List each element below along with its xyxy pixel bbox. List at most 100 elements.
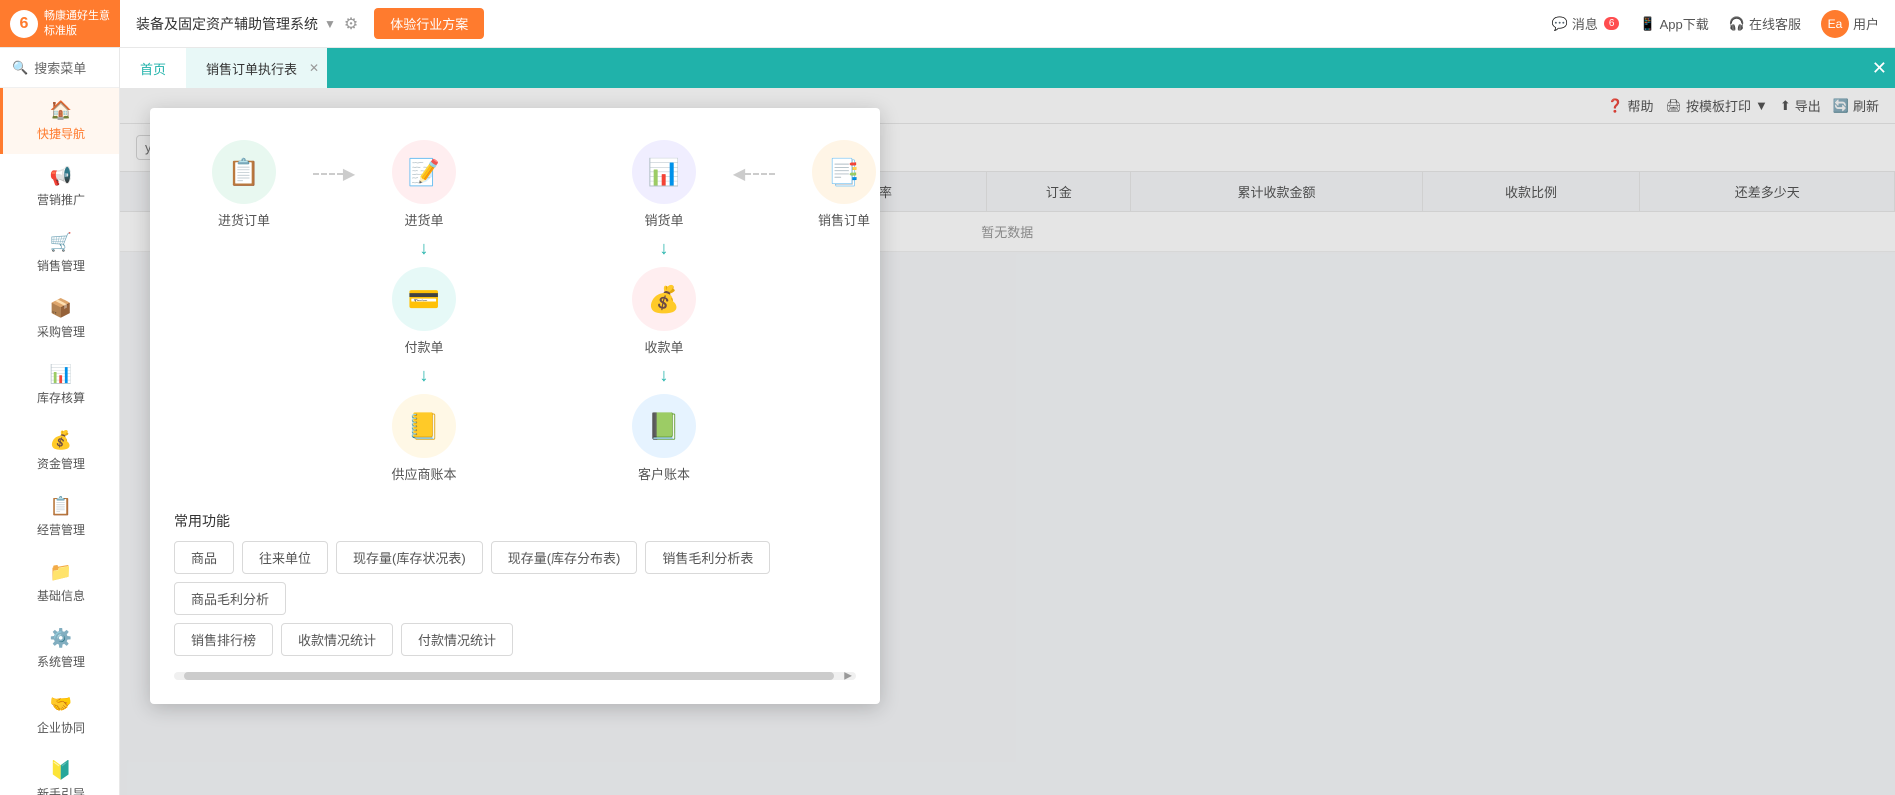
flow-diagram: 📋 进货订单 ▶ 📝 进货单 — [174, 132, 856, 491]
customer-ledger-label: 客户账本 — [638, 464, 690, 483]
logo-icon: 6 — [10, 10, 38, 38]
func-buttons-row2: 销售排行榜 收款情况统计 付款情况统计 — [174, 623, 856, 656]
func-btn-contacts[interactable]: 往来单位 — [242, 541, 328, 574]
sidebar-item-guide[interactable]: 🔰 新手引导 — [0, 748, 119, 795]
sidebar-item-management[interactable]: 📋 经营管理 — [0, 484, 119, 550]
supplier-ledger-icon: 📒 — [392, 394, 456, 458]
sidebar-item-marketing[interactable]: 📢 营销推广 — [0, 154, 119, 220]
flow-node-supplier-ledger[interactable]: 📒 供应商账本 — [354, 386, 494, 491]
modal-scrollbar[interactable]: ▶ — [174, 672, 856, 680]
flow-node-receipt[interactable]: 💰 收款单 — [594, 259, 734, 364]
func-btn-sales-ranking[interactable]: 销售排行榜 — [174, 623, 273, 656]
supplier-ledger-label: 供应商账本 — [391, 464, 456, 483]
modal-scrollbar-thumb — [184, 672, 834, 680]
sidebar-item-purchase[interactable]: 📦 采购管理 — [0, 286, 119, 352]
tab-close-btn[interactable]: ✕ — [309, 61, 319, 75]
sales-icon: 🛒 — [50, 232, 72, 253]
receipt-icon: 💰 — [632, 267, 696, 331]
finance-icon: 💰 — [50, 430, 72, 451]
message-btn[interactable]: 💬 消息 6 — [1552, 14, 1620, 33]
content-close-btn[interactable]: ✕ — [1872, 58, 1887, 79]
management-icon: 📋 — [50, 496, 72, 517]
sidebar: 🔍 搜索菜单 🏠 快捷导航 📢 营销推广 🛒 销售管理 📦 采购管理 📊 库存核… — [0, 48, 120, 795]
guide-icon: 🔰 — [50, 760, 72, 781]
func-btn-stock-dist[interactable]: 现存量(库存分布表) — [491, 541, 638, 574]
content-area: 首页 销售订单执行表 ✕ ✕ ❓ 帮助 🖨 按模板打印 ▼ — [120, 48, 1895, 795]
basic-info-icon: 📁 — [50, 562, 72, 583]
sidebar-item-finance[interactable]: 💰 资金管理 — [0, 418, 119, 484]
func-buttons-row1: 商品 往来单位 现存量(库存状况表) 现存量(库存分布表) 销售毛利分析表 商品… — [174, 541, 856, 615]
settings-icon[interactable]: ⚙ — [344, 14, 358, 34]
cooperation-icon: 🤝 — [50, 694, 72, 715]
scroll-right-icon: ▶ — [844, 672, 852, 680]
sidebar-item-cooperation[interactable]: 🤝 企业协同 — [0, 682, 119, 748]
func-btn-goods-margin[interactable]: 商品毛利分析 — [174, 582, 286, 615]
page-content: ❓ 帮助 🖨 按模板打印 ▼ ⬆ 导出 🔄 刷新 — [120, 88, 1895, 795]
sales-order-icon: 📑 — [812, 140, 876, 204]
func-btn-stock-status[interactable]: 现存量(库存状况表) — [336, 541, 483, 574]
payment-icon: 💳 — [392, 267, 456, 331]
tab-home[interactable]: 首页 — [120, 48, 186, 88]
main-layout: 🔍 搜索菜单 🏠 快捷导航 📢 营销推广 🛒 销售管理 📦 采购管理 📊 库存核… — [0, 48, 1895, 795]
flow-arrow-down-sales: ↓ — [594, 237, 734, 259]
headset-icon: 🎧 — [1729, 16, 1745, 32]
system-icon: ⚙️ — [50, 628, 72, 649]
phone-icon: 📱 — [1639, 16, 1655, 32]
purchase-receipt-icon: 📝 — [392, 140, 456, 204]
top-header: 6 畅康通好生意 标准版 装备及固定资产辅助管理系统 ▼ ⚙ 体验行业方案 💬 … — [0, 0, 1895, 48]
flow-arrow-down-payment: ↓ — [354, 364, 494, 386]
user-btn[interactable]: Ea 用户 — [1821, 10, 1879, 38]
message-badge: 6 — [1604, 17, 1620, 30]
system-title: 装备及固定资产辅助管理系统 — [136, 14, 318, 34]
sidebar-item-system[interactable]: ⚙️ 系统管理 — [0, 616, 119, 682]
trial-btn[interactable]: 体验行业方案 — [374, 8, 484, 39]
message-icon: 💬 — [1552, 16, 1568, 32]
home-icon: 🏠 — [50, 100, 72, 121]
marketing-icon: 📢 — [50, 166, 72, 187]
sidebar-search[interactable]: 🔍 搜索菜单 — [0, 48, 119, 88]
sidebar-item-sales[interactable]: 🛒 销售管理 — [0, 220, 119, 286]
modal-overlay: 📋 进货订单 ▶ 📝 进货单 — [120, 88, 1895, 795]
func-btn-sales-margin[interactable]: 销售毛利分析表 — [645, 541, 770, 574]
inventory-icon: 📊 — [50, 364, 72, 385]
flow-arrow-down-purchase: ↓ — [354, 237, 494, 259]
online-service-btn[interactable]: 🎧 在线客服 — [1729, 14, 1801, 33]
flow-node-sales-order[interactable]: 📑 销售订单 — [774, 132, 914, 237]
sidebar-item-quick-nav[interactable]: 🏠 快捷导航 — [0, 88, 119, 154]
modal-box: 📋 进货订单 ▶ 📝 进货单 — [150, 108, 880, 704]
flow-arrow-1: ▶ — [314, 132, 354, 237]
flow-node-customer-ledger[interactable]: 📗 客户账本 — [594, 386, 734, 491]
customer-ledger-icon: 📗 — [632, 394, 696, 458]
user-avatar: Ea — [1821, 10, 1849, 38]
tab-sales-order[interactable]: 销售订单执行表 ✕ — [186, 48, 327, 88]
app-download-btn[interactable]: 📱 App下载 — [1639, 14, 1708, 33]
tab-bar: 首页 销售订单执行表 ✕ ✕ — [120, 48, 1895, 88]
logo-text: 畅康通好生意 标准版 — [44, 9, 110, 38]
flow-arrow-2: ◀ — [734, 132, 774, 237]
sales-receipt-icon: 📊 — [632, 140, 696, 204]
dropdown-icon[interactable]: ▼ — [324, 17, 336, 31]
logo-area: 6 畅康通好生意 标准版 — [0, 0, 120, 47]
purchase-receipt-label: 进货单 — [404, 210, 443, 229]
flow-node-purchase-receipt[interactable]: 📝 进货单 — [354, 132, 494, 237]
func-btn-goods[interactable]: 商品 — [174, 541, 234, 574]
flow-node-sales-receipt[interactable]: 📊 销货单 — [594, 132, 734, 237]
header-right: 💬 消息 6 📱 App下载 🎧 在线客服 Ea 用户 — [1552, 10, 1879, 38]
func-btn-payment-stats[interactable]: 付款情况统计 — [401, 623, 513, 656]
flow-spacer-1 — [494, 132, 594, 237]
purchase-icon: 📦 — [50, 298, 72, 319]
flow-arrow-down-receipt: ↓ — [594, 364, 734, 386]
flow-node-purchase-order[interactable]: 📋 进货订单 — [174, 132, 314, 237]
search-icon: 🔍 — [12, 60, 28, 76]
common-functions: 常用功能 商品 往来单位 现存量(库存状况表) 现存量(库存分布表) 销售毛利分… — [174, 511, 856, 656]
payment-label: 付款单 — [404, 337, 443, 356]
purchase-order-icon: 📋 — [212, 140, 276, 204]
purchase-order-label: 进货订单 — [218, 210, 270, 229]
func-btn-receipt-stats[interactable]: 收款情况统计 — [281, 623, 393, 656]
flow-node-payment[interactable]: 💳 付款单 — [354, 259, 494, 364]
sidebar-item-basic-info[interactable]: 📁 基础信息 — [0, 550, 119, 616]
sales-receipt-label: 销货单 — [644, 210, 683, 229]
sidebar-item-inventory[interactable]: 📊 库存核算 — [0, 352, 119, 418]
common-functions-title: 常用功能 — [174, 511, 856, 531]
receipt-label: 收款单 — [644, 337, 683, 356]
